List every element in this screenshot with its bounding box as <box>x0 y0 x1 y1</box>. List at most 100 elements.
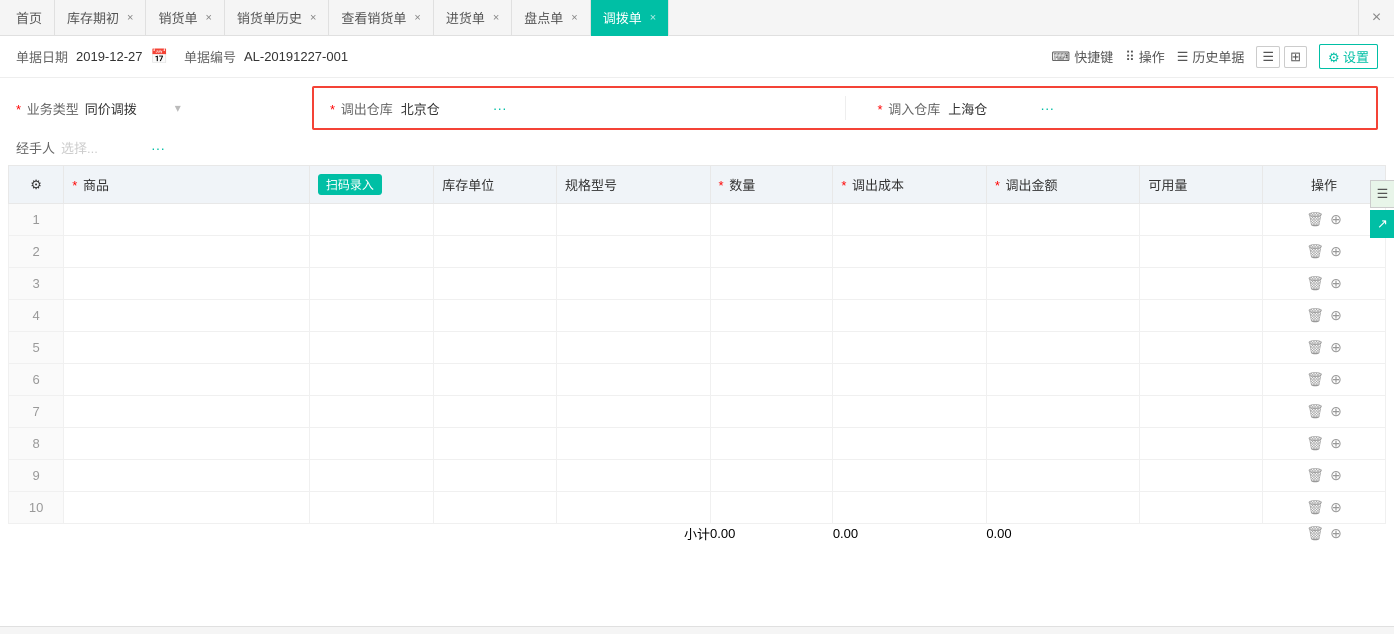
cell-product[interactable] <box>64 460 310 492</box>
cell-cost[interactable] <box>833 300 987 332</box>
copy-icon[interactable]: ⊕ <box>1330 339 1342 356</box>
target-warehouse-more[interactable]: ··· <box>1040 100 1054 116</box>
tab-view-sales[interactable]: 查看销货单 × <box>329 0 433 36</box>
cell-amount[interactable] <box>986 268 1140 300</box>
cell-unit[interactable] <box>434 300 557 332</box>
tab-close-inventory-init[interactable]: × <box>127 12 133 24</box>
tab-sales-history[interactable]: 销货单历史 × <box>225 0 329 36</box>
copy-icon[interactable]: ⊕ <box>1330 467 1342 484</box>
cell-spec[interactable] <box>557 332 711 364</box>
cell-cost[interactable] <box>833 460 987 492</box>
side-export-icon[interactable]: ↗ <box>1370 210 1394 238</box>
target-warehouse-value[interactable]: 上海仓 <box>948 99 1028 118</box>
handler-value[interactable]: 选择... <box>61 138 141 157</box>
cell-unit[interactable] <box>434 364 557 396</box>
cell-qty[interactable] <box>710 236 833 268</box>
tab-close-stocktake[interactable]: × <box>571 12 577 24</box>
tab-inventory-init[interactable]: 库存期初 × <box>55 0 146 36</box>
tab-close-view-sales[interactable]: × <box>414 12 420 24</box>
delete-icon[interactable]: 🗑 <box>1306 243 1324 260</box>
delete-icon[interactable]: 🗑 <box>1306 467 1324 484</box>
cell-cost[interactable] <box>833 364 987 396</box>
delete-icon[interactable]: 🗑 <box>1306 307 1324 324</box>
delete-icon[interactable]: 🗑 <box>1306 371 1324 388</box>
tab-close-transfer[interactable]: × <box>650 12 656 24</box>
cell-qty[interactable] <box>710 428 833 460</box>
cell-amount[interactable] <box>986 460 1140 492</box>
cell-cost[interactable] <box>833 396 987 428</box>
cell-amount[interactable] <box>986 332 1140 364</box>
copy-icon[interactable]: ⊕ <box>1330 371 1342 388</box>
tab-sales-order[interactable]: 销货单 × <box>146 0 224 36</box>
cell-qty[interactable] <box>710 268 833 300</box>
cell-spec[interactable] <box>557 492 711 524</box>
tab-transfer[interactable]: 调拨单 × <box>591 0 669 36</box>
cell-amount[interactable] <box>986 492 1140 524</box>
cell-cost[interactable] <box>833 204 987 236</box>
cell-qty[interactable] <box>710 492 833 524</box>
cell-cost[interactable] <box>833 236 987 268</box>
cell-unit[interactable] <box>434 204 557 236</box>
calendar-icon[interactable]: 📅 <box>151 48 168 65</box>
cell-product[interactable] <box>64 396 310 428</box>
cell-spec[interactable] <box>557 204 711 236</box>
cell-product[interactable] <box>64 332 310 364</box>
cell-unit[interactable] <box>434 332 557 364</box>
cell-unit[interactable] <box>434 236 557 268</box>
biz-type-dropdown[interactable]: ▾ <box>171 101 185 115</box>
cell-product[interactable] <box>64 204 310 236</box>
cell-unit[interactable] <box>434 460 557 492</box>
cell-amount[interactable] <box>986 236 1140 268</box>
cell-product[interactable] <box>64 364 310 396</box>
cell-unit[interactable] <box>434 492 557 524</box>
operation-button[interactable]: ⠿ 操作 <box>1125 47 1165 66</box>
cell-unit[interactable] <box>434 396 557 428</box>
history-button[interactable]: ☰ 历史单据 <box>1177 47 1245 66</box>
grid-view-button[interactable]: ⊞ <box>1284 46 1307 68</box>
source-warehouse-more[interactable]: ··· <box>493 100 507 116</box>
delete-icon[interactable]: 🗑 <box>1306 211 1324 228</box>
delete-icon[interactable]: 🗑 <box>1306 339 1324 356</box>
side-list-icon[interactable]: ☰ <box>1370 180 1394 208</box>
scan-button[interactable]: 扫码录入 <box>318 174 382 195</box>
copy-icon[interactable]: ⊕ <box>1330 275 1342 292</box>
cell-cost[interactable] <box>833 492 987 524</box>
cell-unit[interactable] <box>434 428 557 460</box>
tab-home[interactable]: 首页 <box>4 0 55 36</box>
list-view-button[interactable]: ☰ <box>1256 46 1280 68</box>
copy-icon[interactable]: ⊕ <box>1330 403 1342 420</box>
delete-icon[interactable]: 🗑 <box>1306 403 1324 420</box>
cell-amount[interactable] <box>986 396 1140 428</box>
cell-product[interactable] <box>64 492 310 524</box>
copy-icon[interactable]: ⊕ <box>1330 307 1342 324</box>
cell-qty[interactable] <box>710 460 833 492</box>
tab-stocktake[interactable]: 盘点单 × <box>512 0 590 36</box>
delete-icon[interactable]: 🗑 <box>1306 499 1324 516</box>
copy-icon[interactable]: ⊕ <box>1330 243 1342 260</box>
subtotal-copy-icon[interactable]: ⊕ <box>1330 525 1342 542</box>
shortcut-button[interactable]: ⌨ 快捷键 <box>1051 47 1113 66</box>
cell-amount[interactable] <box>986 300 1140 332</box>
cell-spec[interactable] <box>557 460 711 492</box>
cell-spec[interactable] <box>557 268 711 300</box>
settings-button[interactable]: ⚙ 设置 <box>1319 44 1378 69</box>
cell-qty[interactable] <box>710 396 833 428</box>
handler-more[interactable]: ··· <box>151 140 165 156</box>
tab-purchase[interactable]: 进货单 × <box>434 0 512 36</box>
cell-qty[interactable] <box>710 300 833 332</box>
copy-icon[interactable]: ⊕ <box>1330 211 1342 228</box>
cell-qty[interactable] <box>710 332 833 364</box>
cell-spec[interactable] <box>557 364 711 396</box>
window-close-button[interactable]: × <box>1358 0 1394 36</box>
tab-close-sales-history[interactable]: × <box>310 12 316 24</box>
biz-type-value[interactable]: 同价调拨 <box>85 99 165 118</box>
cell-spec[interactable] <box>557 396 711 428</box>
cell-qty[interactable] <box>710 364 833 396</box>
tab-close-sales-order[interactable]: × <box>205 12 211 24</box>
cell-cost[interactable] <box>833 332 987 364</box>
subtotal-delete-icon[interactable]: 🗑 <box>1306 525 1324 542</box>
cell-product[interactable] <box>64 300 310 332</box>
cell-product[interactable] <box>64 236 310 268</box>
cell-product[interactable] <box>64 268 310 300</box>
source-warehouse-value[interactable]: 北京仓 <box>401 99 481 118</box>
